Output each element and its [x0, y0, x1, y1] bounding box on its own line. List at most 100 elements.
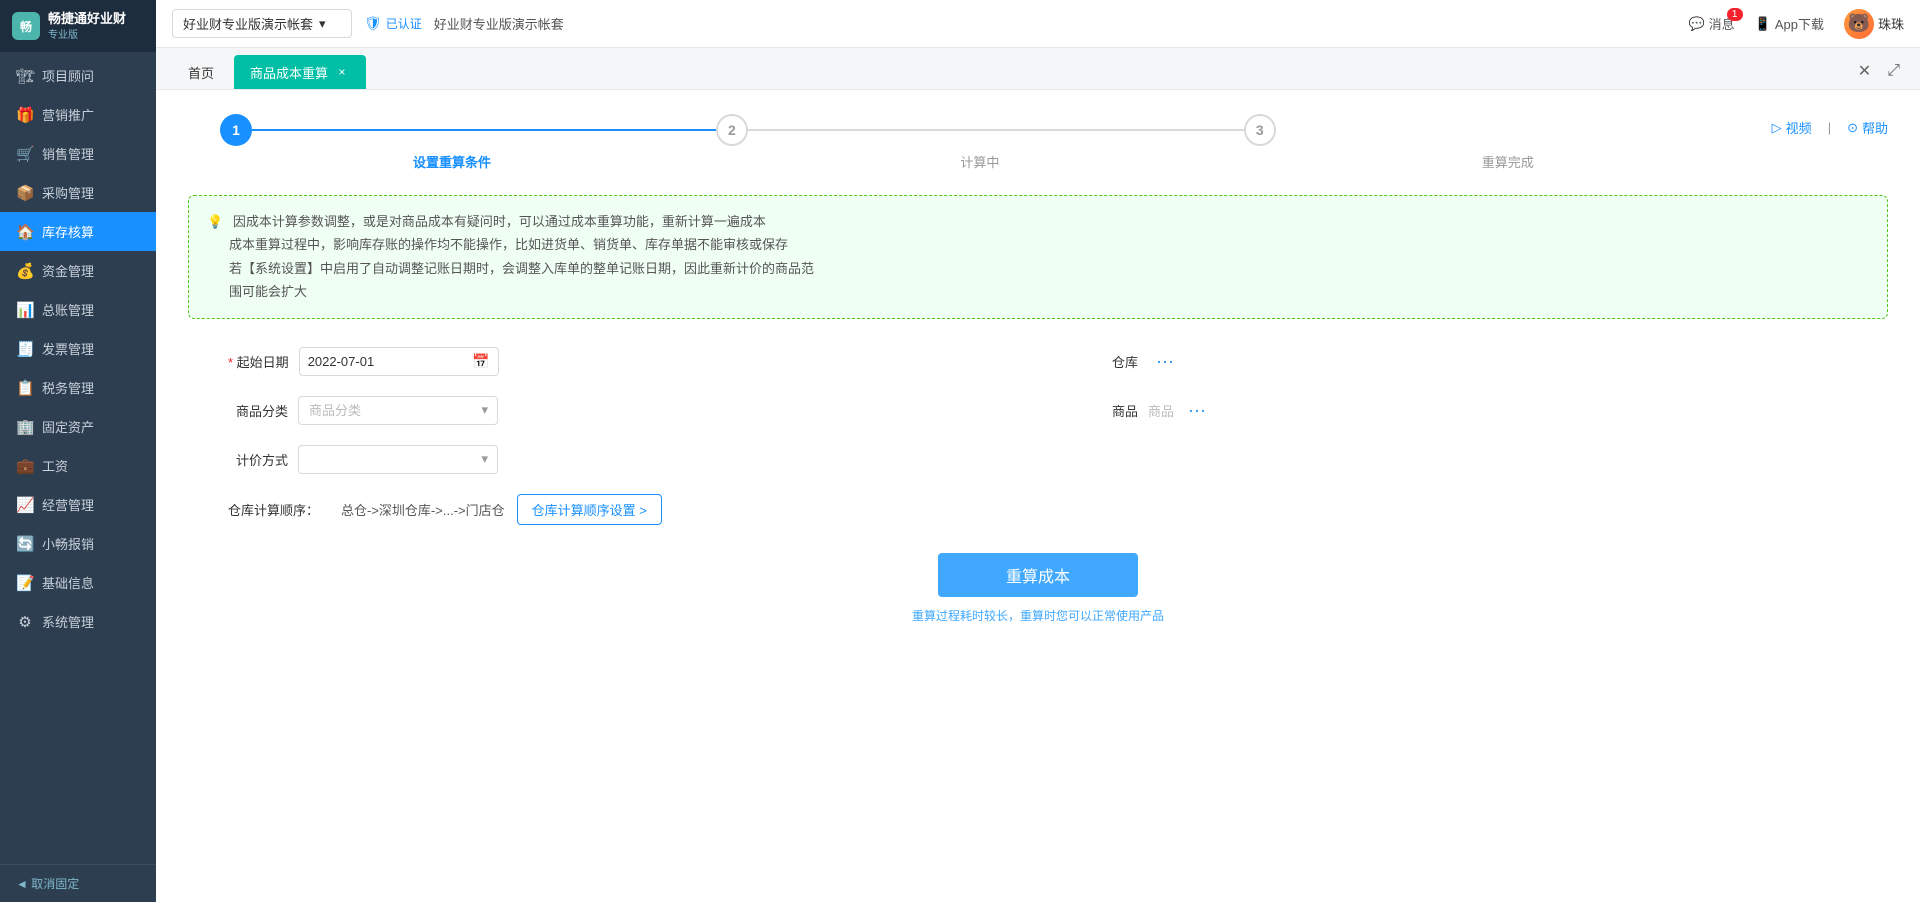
message-badge: 1	[1727, 8, 1743, 21]
start-date-input-wrap[interactable]: 📅	[299, 347, 499, 376]
user-profile[interactable]: 🐻 珠珠	[1844, 9, 1904, 39]
form-group-product: 商品 商品 ···	[998, 400, 1848, 421]
recalc-btn-label: 重算成本	[1006, 569, 1070, 586]
recalc-note: 重算过程耗时较长，重算时您可以正常使用产品	[912, 607, 1164, 624]
steps-help: ▷ 视频 | ⊙ 帮助	[1772, 114, 1888, 137]
tab-home-label: 首页	[188, 63, 214, 82]
sidebar-icon-assets: 🏢	[16, 418, 34, 436]
sidebar-icon-system: ⚙	[16, 613, 34, 631]
step-1-line	[252, 129, 716, 131]
sidebar-icon-finance: 💰	[16, 262, 34, 280]
steps-row: 1 设置重算条件 2 计算中 3	[188, 114, 1772, 171]
company-selector[interactable]: 好业财专业版演示帐套 ▾	[172, 9, 352, 38]
recalc-btn[interactable]: 重算成本	[938, 553, 1138, 597]
topbar: 好业财专业版演示帐套 ▾ 🛡 已认证 好业财专业版演示帐套 💬 消息 1 📱 A…	[156, 0, 1920, 48]
step-3-label: 重算完成	[1482, 152, 1534, 171]
form-group-warehouse: 仓库 ···	[998, 351, 1848, 372]
form-section: 起始日期 📅 仓库 ··· 商品分类 商品分类	[188, 347, 1888, 525]
product-placeholder: 商品	[1148, 401, 1174, 420]
sidebar-item-operation[interactable]: 📈 经营管理	[0, 485, 156, 524]
sidebar-item-invoice[interactable]: 🧾 发票管理	[0, 329, 156, 368]
step-1-circle: 1	[220, 114, 252, 146]
pricing-select-wrap[interactable]	[298, 445, 498, 474]
app-title: 畅捷通好业财	[48, 11, 126, 27]
step-3-circle: 3	[1244, 114, 1276, 146]
sidebar-icon-accounting: 📊	[16, 301, 34, 319]
sidebar-item-purchase[interactable]: 📦 采购管理	[0, 173, 156, 212]
tab-controls: ✕ ⤢	[1854, 57, 1920, 89]
app-download-label: App下载	[1775, 14, 1824, 33]
sidebar-item-tax[interactable]: 📋 税务管理	[0, 368, 156, 407]
notice-icon: 💡	[207, 214, 223, 229]
sidebar-icon-project: 🏗	[16, 67, 34, 85]
sidebar-label-accounting: 总账管理	[42, 300, 94, 319]
sidebar-item-marketing[interactable]: 🎁 营销推广	[0, 95, 156, 134]
sidebar-label-finance: 资金管理	[42, 261, 94, 280]
sidebar-item-assets[interactable]: 🏢 固定资产	[0, 407, 156, 446]
calc-order-row: 仓库计算顺序： 总仓->深圳仓库->...->门店仓 仓库计算顺序设置 >	[228, 494, 1848, 525]
step-3: 3 重算完成	[1244, 114, 1772, 171]
sidebar-item-project[interactable]: 🏗 项目顾问	[0, 56, 156, 95]
tab-close-icon[interactable]: ×	[334, 64, 350, 80]
pricing-select[interactable]	[298, 445, 498, 474]
company-select-arrow: ▾	[319, 16, 326, 32]
notice-line-1: 因成本计算参数调整，或是对商品成本有疑问时，可以通过成本重算功能，重新计算一遍成…	[233, 214, 766, 229]
video-help-btn[interactable]: ▷ 视频	[1772, 118, 1812, 137]
verified-badge: 🛡 已认证	[364, 15, 422, 32]
expand-window-icon[interactable]: ⤢	[1883, 58, 1904, 84]
help-btn[interactable]: ⊙ 帮助	[1847, 118, 1888, 137]
step-2-circle: 2	[716, 114, 748, 146]
sidebar-icon-inventory: 🏠	[16, 223, 34, 241]
sidebar-label-payroll: 工资	[42, 456, 68, 475]
sidebar: 畅 畅捷通好业财 专业版 🏗 项目顾问 🎁 营销推广 🛒 销售管理 📦 采购管理…	[0, 0, 156, 902]
main-area: 好业财专业版演示帐套 ▾ 🛡 已认证 好业财专业版演示帐套 💬 消息 1 📱 A…	[156, 0, 1920, 902]
sidebar-cancel-pin[interactable]: ◄ 取消固定	[0, 864, 156, 902]
step-2-label: 计算中	[960, 152, 999, 171]
category-label: 商品分类	[228, 401, 298, 420]
shield-icon: 🛡	[364, 15, 382, 32]
close-window-icon[interactable]: ✕	[1854, 57, 1875, 85]
product-dots-btn[interactable]: ···	[1180, 400, 1214, 421]
form-row-1: 起始日期 📅 仓库 ···	[228, 347, 1848, 376]
calc-order-settings-btn[interactable]: 仓库计算顺序设置 >	[517, 494, 662, 525]
sidebar-item-sales[interactable]: 🛒 销售管理	[0, 134, 156, 173]
pricing-label: 计价方式	[228, 450, 298, 469]
sidebar-item-expense[interactable]: 🔄 小畅报销	[0, 524, 156, 563]
app-logo-icon: 畅	[12, 12, 40, 40]
sidebar-icon-expense: 🔄	[16, 535, 34, 553]
start-date-label: 起始日期	[228, 352, 299, 371]
sidebar-icon-tax: 📋	[16, 379, 34, 397]
play-icon: ▷	[1772, 120, 1782, 136]
sidebar-item-inventory[interactable]: 🏠 库存核算	[0, 212, 156, 251]
category-select[interactable]: 商品分类	[298, 396, 498, 425]
sidebar-header: 畅 畅捷通好业财 专业版	[0, 0, 156, 52]
message-action[interactable]: 💬 消息 1	[1688, 14, 1734, 33]
warehouse-dots-btn[interactable]: ···	[1148, 351, 1182, 372]
notice-box: 💡 因成本计算参数调整，或是对商品成本有疑问时，可以通过成本重算功能，重新计算一…	[188, 195, 1888, 319]
sidebar-item-accounting[interactable]: 📊 总账管理	[0, 290, 156, 329]
sidebar-nav: 🏗 项目顾问 🎁 营销推广 🛒 销售管理 📦 采购管理 🏠 库存核算 💰 资金管…	[0, 52, 156, 864]
tab-recalc[interactable]: 商品成本重算 ×	[234, 55, 366, 89]
sidebar-label-inventory: 库存核算	[42, 222, 94, 241]
notice-line-2: 成本重算过程中，影响库存账的操作均不能操作，比如进货单、销货单、库存单据不能审核…	[229, 237, 788, 252]
step-1: 1 设置重算条件	[188, 114, 716, 171]
calendar-icon[interactable]: 📅	[464, 353, 497, 370]
product-label: 商品	[1078, 401, 1148, 420]
start-date-input[interactable]	[300, 348, 465, 375]
sidebar-icon-basic: 📝	[16, 574, 34, 592]
sidebar-item-finance[interactable]: 💰 资金管理	[0, 251, 156, 290]
step-1-label: 设置重算条件	[413, 152, 491, 171]
calc-order-value: 总仓->深圳仓库->...->门店仓	[341, 500, 505, 519]
topbar-company-name: 好业财专业版演示帐套	[434, 14, 564, 33]
sidebar-item-system[interactable]: ⚙ 系统管理	[0, 602, 156, 641]
app-download-action[interactable]: 📱 App下载	[1755, 14, 1824, 33]
sidebar-item-payroll[interactable]: 💼 工资	[0, 446, 156, 485]
sidebar-label-marketing: 营销推广	[42, 105, 94, 124]
form-row-2: 商品分类 商品分类 商品 商品 ···	[228, 396, 1848, 425]
topbar-right: 💬 消息 1 📱 App下载 🐻 珠珠	[1688, 9, 1904, 39]
sidebar-item-basic[interactable]: 📝 基础信息	[0, 563, 156, 602]
sidebar-label-project: 项目顾问	[42, 66, 94, 85]
category-select-wrap[interactable]: 商品分类	[298, 396, 498, 425]
sidebar-label-invoice: 发票管理	[42, 339, 94, 358]
tab-home[interactable]: 首页	[172, 55, 230, 89]
